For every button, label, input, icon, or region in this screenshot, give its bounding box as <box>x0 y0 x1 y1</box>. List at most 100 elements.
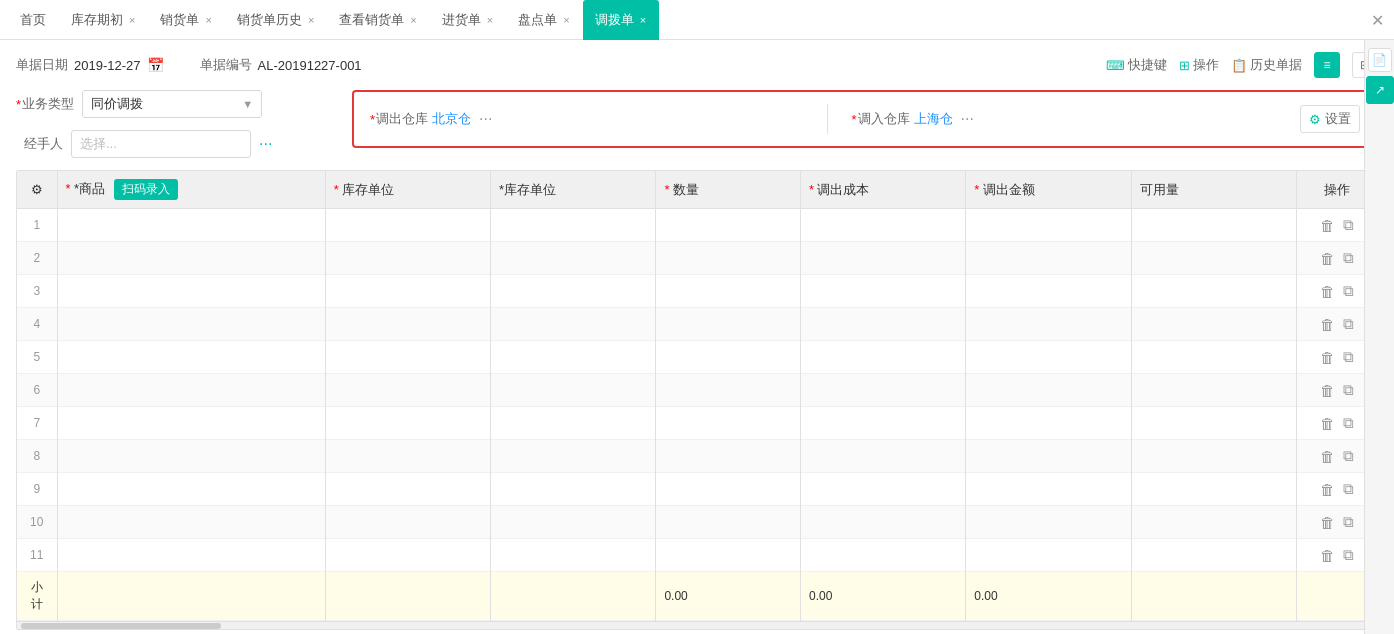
row-qty-1[interactable] <box>656 209 801 242</box>
row-cost-2[interactable] <box>801 242 966 275</box>
row-spec-7[interactable] <box>491 407 656 440</box>
row-unit-7[interactable] <box>325 407 490 440</box>
delete-icon-3[interactable]: 🗑 <box>1320 283 1335 300</box>
row-cost-4[interactable] <box>801 308 966 341</box>
row-spec-2[interactable] <box>491 242 656 275</box>
delete-icon-4[interactable]: 🗑 <box>1320 316 1335 333</box>
row-amount-1[interactable] <box>966 209 1131 242</box>
row-spec-1[interactable] <box>491 209 656 242</box>
delete-icon-7[interactable]: 🗑 <box>1320 415 1335 432</box>
tab-transfer-order[interactable]: 调拨单 × <box>583 0 659 40</box>
tab-inventory-init-close[interactable]: × <box>129 14 135 26</box>
row-qty-4[interactable] <box>656 308 801 341</box>
row-product-3[interactable] <box>57 275 325 308</box>
row-cost-1[interactable] <box>801 209 966 242</box>
row-qty-10[interactable] <box>656 506 801 539</box>
scan-button[interactable]: 扫码录入 <box>114 179 178 200</box>
row-unit-10[interactable] <box>325 506 490 539</box>
scroll-thumb[interactable] <box>21 623 221 629</box>
settings-button[interactable]: ⚙ 设置 <box>1300 105 1360 133</box>
right-expand-button[interactable]: ↗ <box>1366 76 1394 104</box>
row-unit-1[interactable] <box>325 209 490 242</box>
tab-sales-order-close[interactable]: × <box>205 14 211 26</box>
handler-more-icon[interactable]: ··· <box>259 135 272 153</box>
row-qty-3[interactable] <box>656 275 801 308</box>
row-amount-6[interactable] <box>966 374 1131 407</box>
row-cost-3[interactable] <box>801 275 966 308</box>
business-type-dropdown[interactable]: 同价调拨 ▼ <box>82 90 262 118</box>
row-available-2[interactable] <box>1131 242 1296 275</box>
copy-icon-4[interactable]: ⧉ <box>1343 315 1354 333</box>
right-notes-button[interactable]: 📄 <box>1368 48 1392 72</box>
row-amount-9[interactable] <box>966 473 1131 506</box>
copy-icon-11[interactable]: ⧉ <box>1343 546 1354 564</box>
row-amount-7[interactable] <box>966 407 1131 440</box>
warehouse-in-more-icon[interactable]: ··· <box>961 110 974 128</box>
row-spec-9[interactable] <box>491 473 656 506</box>
row-cost-11[interactable] <box>801 539 966 572</box>
row-cost-6[interactable] <box>801 374 966 407</box>
view-mode-list-button[interactable]: ≡ <box>1314 52 1340 78</box>
row-amount-5[interactable] <box>966 341 1131 374</box>
row-spec-3[interactable] <box>491 275 656 308</box>
row-unit-6[interactable] <box>325 374 490 407</box>
warehouse-out-value[interactable]: 北京仓 <box>432 110 471 128</box>
copy-icon-6[interactable]: ⧉ <box>1343 381 1354 399</box>
delete-icon-10[interactable]: 🗑 <box>1320 514 1335 531</box>
horizontal-scrollbar[interactable] <box>17 621 1377 629</box>
delete-icon-9[interactable]: 🗑 <box>1320 481 1335 498</box>
warehouse-in-value[interactable]: 上海仓 <box>914 110 953 128</box>
row-product-6[interactable] <box>57 374 325 407</box>
tab-inventory-check[interactable]: 盘点单 × <box>506 0 582 40</box>
delete-icon-11[interactable]: 🗑 <box>1320 547 1335 564</box>
delete-icon-5[interactable]: 🗑 <box>1320 349 1335 366</box>
row-amount-2[interactable] <box>966 242 1131 275</box>
copy-icon-10[interactable]: ⧉ <box>1343 513 1354 531</box>
row-available-6[interactable] <box>1131 374 1296 407</box>
calendar-icon[interactable]: 📅 <box>147 57 164 73</box>
row-qty-8[interactable] <box>656 440 801 473</box>
row-qty-11[interactable] <box>656 539 801 572</box>
copy-icon-5[interactable]: ⧉ <box>1343 348 1354 366</box>
row-available-10[interactable] <box>1131 506 1296 539</box>
row-available-9[interactable] <box>1131 473 1296 506</box>
row-cost-7[interactable] <box>801 407 966 440</box>
col-settings-header[interactable]: ⚙ <box>17 171 57 209</box>
row-available-5[interactable] <box>1131 341 1296 374</box>
delete-icon-6[interactable]: 🗑 <box>1320 382 1335 399</box>
row-amount-3[interactable] <box>966 275 1131 308</box>
row-unit-4[interactable] <box>325 308 490 341</box>
row-available-4[interactable] <box>1131 308 1296 341</box>
tab-view-sales-close[interactable]: × <box>410 14 416 26</box>
row-amount-4[interactable] <box>966 308 1131 341</box>
operations-button[interactable]: ⊞ 操作 <box>1179 56 1219 74</box>
row-qty-9[interactable] <box>656 473 801 506</box>
row-available-3[interactable] <box>1131 275 1296 308</box>
copy-icon-8[interactable]: ⧉ <box>1343 447 1354 465</box>
row-cost-8[interactable] <box>801 440 966 473</box>
row-unit-11[interactable] <box>325 539 490 572</box>
delete-icon-1[interactable]: 🗑 <box>1320 217 1335 234</box>
tab-inventory-check-close[interactable]: × <box>563 14 569 26</box>
window-close-button[interactable]: ✕ <box>1371 10 1384 29</box>
row-amount-10[interactable] <box>966 506 1131 539</box>
tab-home[interactable]: 首页 <box>8 0 59 40</box>
row-available-1[interactable] <box>1131 209 1296 242</box>
row-product-2[interactable] <box>57 242 325 275</box>
row-unit-3[interactable] <box>325 275 490 308</box>
row-available-7[interactable] <box>1131 407 1296 440</box>
row-spec-8[interactable] <box>491 440 656 473</box>
row-spec-6[interactable] <box>491 374 656 407</box>
copy-icon-2[interactable]: ⧉ <box>1343 249 1354 267</box>
row-unit-5[interactable] <box>325 341 490 374</box>
copy-icon-9[interactable]: ⧉ <box>1343 480 1354 498</box>
row-spec-11[interactable] <box>491 539 656 572</box>
tab-sales-history[interactable]: 销货单历史 × <box>225 0 327 40</box>
row-qty-5[interactable] <box>656 341 801 374</box>
copy-icon-1[interactable]: ⧉ <box>1343 216 1354 234</box>
row-product-10[interactable] <box>57 506 325 539</box>
row-spec-10[interactable] <box>491 506 656 539</box>
row-product-11[interactable] <box>57 539 325 572</box>
row-cost-9[interactable] <box>801 473 966 506</box>
row-qty-2[interactable] <box>656 242 801 275</box>
